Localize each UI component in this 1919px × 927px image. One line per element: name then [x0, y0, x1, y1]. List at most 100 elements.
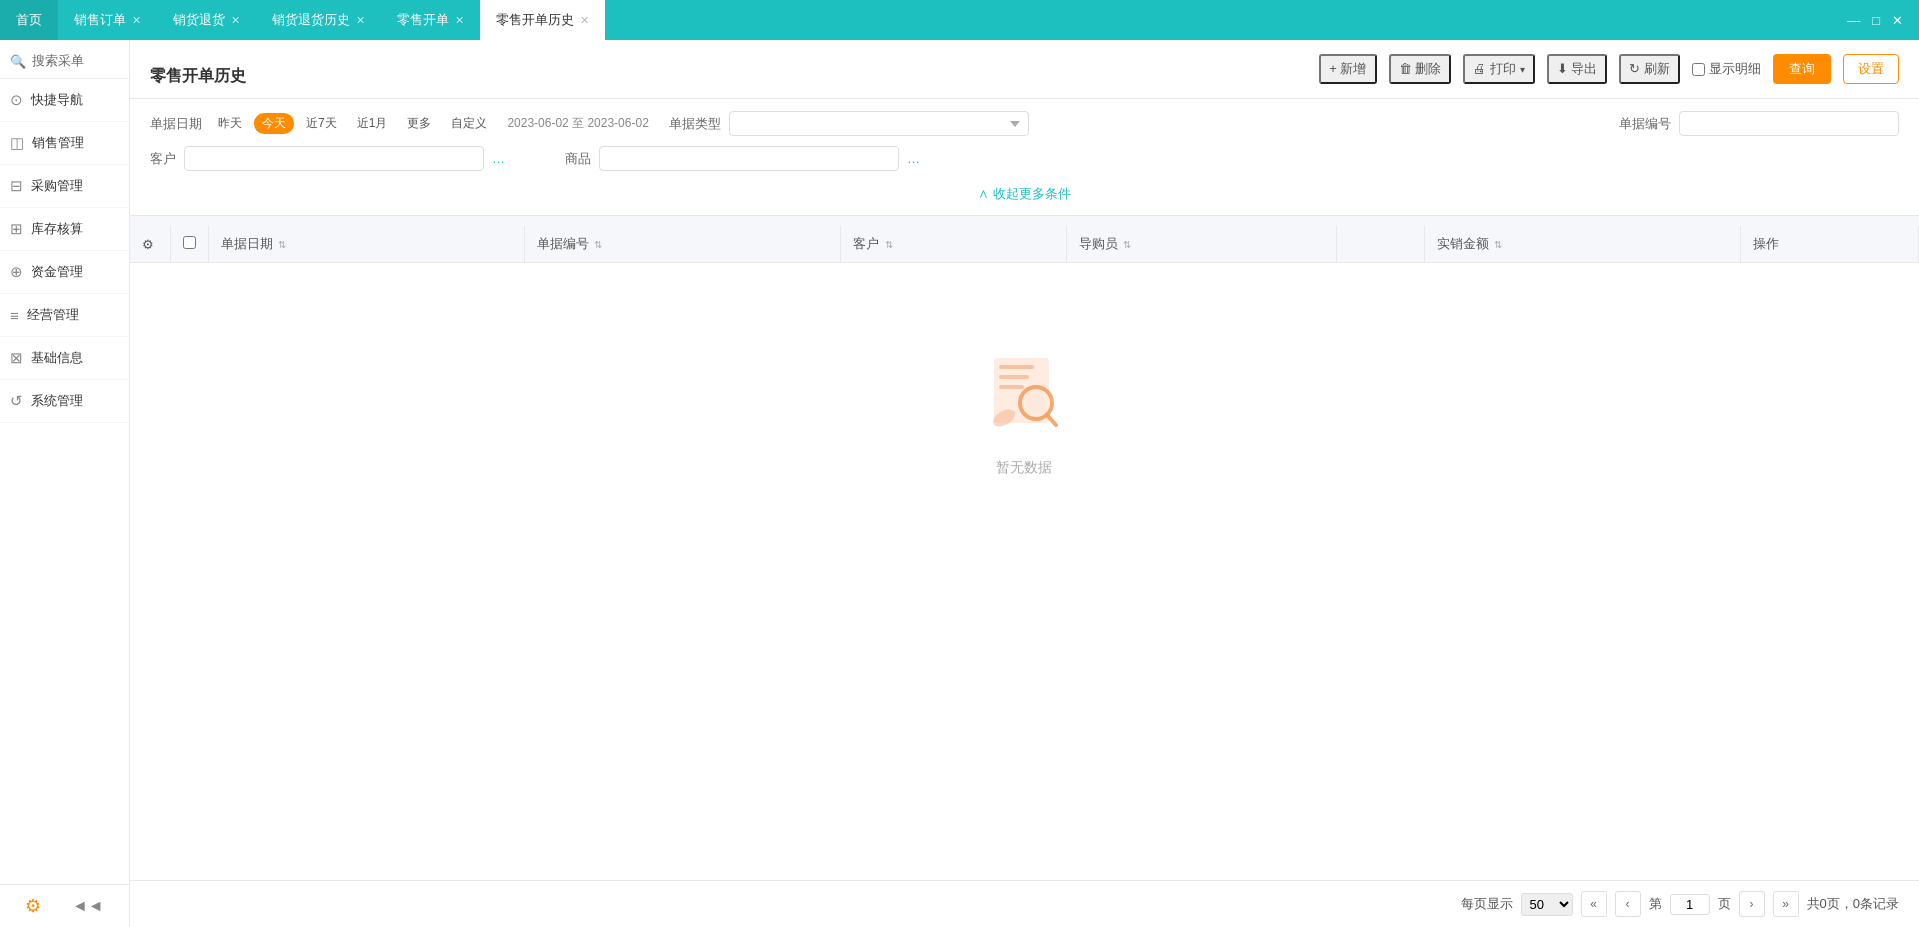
- sidebar-search-label: 搜索采单: [32, 52, 84, 70]
- quick-nav-icon: ⊙: [10, 91, 23, 109]
- print-button[interactable]: 🖨 打印 ▾: [1463, 54, 1535, 84]
- total-text: 共0页，0条记录: [1807, 895, 1899, 913]
- tab-sales-return[interactable]: 销货退货 ✕: [157, 0, 256, 40]
- svg-point-5: [1026, 393, 1046, 413]
- prev-page-btn[interactable]: ‹: [1615, 891, 1641, 917]
- next-page-icon: ›: [1750, 897, 1754, 911]
- pagination-bar: 每页显示 50 10 20 100 « ‹ 第 页 › » 共0页，0条记录: [130, 880, 1919, 927]
- sidebar-item-quick-nav[interactable]: ⊙ 快捷导航: [0, 79, 129, 122]
- filter-product-input[interactable]: [599, 146, 899, 171]
- query-button[interactable]: 查询: [1773, 54, 1831, 84]
- display-checkbox[interactable]: [1692, 63, 1705, 76]
- last-page-icon: »: [1782, 897, 1789, 911]
- col-amount[interactable]: 实销金额 ⇅: [1424, 226, 1740, 263]
- col-salesperson-sort: ⇅: [1123, 239, 1131, 250]
- filter-customer-input[interactable]: [184, 146, 484, 171]
- col-number-sort: ⇅: [594, 239, 602, 250]
- tab-retail-open-history-close[interactable]: ✕: [580, 14, 589, 27]
- page-label: 页: [1718, 895, 1731, 913]
- filter-doc-type-label: 单据类型: [669, 115, 721, 133]
- page-label-pre: 第: [1649, 895, 1662, 913]
- svg-rect-1: [999, 365, 1034, 369]
- filter-doc-type-select[interactable]: [729, 111, 1029, 136]
- page-header: 零售开单历史 + 新增 🗑 删除 🖨 打印 ▾ ⬇ 导出 ↻ 刷新: [130, 40, 1919, 99]
- first-page-btn[interactable]: «: [1581, 891, 1607, 917]
- filter-doc-type-item: 单据类型: [669, 111, 1599, 136]
- export-button[interactable]: ⬇ 导出: [1547, 54, 1608, 84]
- col-salesperson[interactable]: 导购员 ⇅: [1066, 226, 1337, 263]
- col-spacer: [1337, 226, 1424, 263]
- col-date[interactable]: 单据日期 ⇅: [208, 226, 524, 263]
- sidebar-item-sales-mgmt-label: 销售管理: [32, 134, 84, 152]
- filter-date-range: 2023-06-02 至 2023-06-02: [507, 115, 648, 132]
- next-page-btn[interactable]: ›: [1739, 891, 1765, 917]
- nav-tabs: 首页 销售订单 ✕ 销货退货 ✕ 销货退货历史 ✕ 零售开单 ✕ 零售开单历史 …: [0, 0, 1847, 40]
- sidebar-search[interactable]: 🔍 搜索采单: [0, 40, 129, 79]
- sales-mgmt-icon: ◫: [10, 134, 24, 152]
- current-page-input[interactable]: [1670, 894, 1710, 915]
- close-btn[interactable]: ✕: [1892, 13, 1903, 28]
- add-button[interactable]: + 新增: [1319, 54, 1376, 84]
- page-title: 零售开单历史: [150, 66, 246, 87]
- delete-button[interactable]: 🗑 删除: [1389, 54, 1452, 84]
- print-button-label: 🖨 打印: [1473, 60, 1516, 78]
- filter-date-options: 昨天 今天 近7天 近1月 更多 自定义: [210, 113, 495, 134]
- col-customer[interactable]: 客户 ⇅: [841, 226, 1067, 263]
- col-number[interactable]: 单据编号 ⇅: [524, 226, 840, 263]
- tab-sales-return-history-close[interactable]: ✕: [356, 14, 365, 27]
- sidebar-item-basic-info[interactable]: ⊠ 基础信息: [0, 337, 129, 380]
- tab-sales-order[interactable]: 销售订单 ✕: [58, 0, 157, 40]
- select-all-checkbox[interactable]: [183, 236, 196, 249]
- date-option-more[interactable]: 更多: [399, 113, 439, 134]
- empty-state: 暂无数据: [130, 263, 1919, 557]
- refresh-button[interactable]: ↻ 刷新: [1619, 54, 1680, 84]
- filter-doc-number-label: 单据编号: [1619, 115, 1671, 133]
- sidebar-item-operations-label: 经营管理: [27, 306, 79, 324]
- filter-customer-ellipsis[interactable]: …: [492, 151, 505, 166]
- tab-sales-return-label: 销货退货: [173, 11, 225, 29]
- sidebar-item-purchase-mgmt[interactable]: ⊟ 采购管理: [0, 165, 129, 208]
- tab-retail-open-close[interactable]: ✕: [455, 14, 464, 27]
- per-page-label: 每页显示: [1461, 895, 1513, 913]
- date-option-7days[interactable]: 近7天: [298, 113, 345, 134]
- col-date-sort: ⇅: [278, 239, 286, 250]
- settings-button[interactable]: 设置: [1843, 54, 1899, 84]
- tab-retail-open[interactable]: 零售开单 ✕: [381, 0, 480, 40]
- sidebar-item-sys-mgmt[interactable]: ↺ 系统管理: [0, 380, 129, 423]
- filter-product-item: 商品 …: [565, 146, 920, 171]
- date-option-custom[interactable]: 自定义: [443, 113, 495, 134]
- data-table: ⚙ 单据日期 ⇅ 单据编号 ⇅ 客户: [130, 226, 1919, 557]
- filter-date-item: 单据日期 昨天 今天 近7天 近1月 更多 自定义 2023-06-02 至 2…: [150, 113, 649, 134]
- filter-customer-item: 客户 …: [150, 146, 505, 171]
- collapse-bar[interactable]: ∧ 收起更多条件: [150, 181, 1899, 203]
- filter-doc-number-input[interactable]: [1679, 111, 1899, 136]
- svg-rect-2: [999, 375, 1029, 379]
- sidebar-item-sales-mgmt[interactable]: ◫ 销售管理: [0, 122, 129, 165]
- search-icon: 🔍: [10, 54, 26, 69]
- per-page-select[interactable]: 50 10 20 100: [1521, 893, 1573, 916]
- tab-sales-return-history[interactable]: 销货退货历史 ✕: [256, 0, 381, 40]
- sidebar: 🔍 搜索采单 ⊙ 快捷导航 ◫ 销售管理 ⊟ 采购管理 ⊞ 库存核算 ⊕ 资金管…: [0, 40, 130, 927]
- sidebar-item-operations[interactable]: ≡ 经营管理: [0, 294, 129, 337]
- minimize-btn[interactable]: —: [1847, 13, 1860, 28]
- filter-product-ellipsis[interactable]: …: [907, 151, 920, 166]
- filter-date-label: 单据日期: [150, 115, 202, 133]
- col-settings[interactable]: ⚙: [130, 226, 170, 263]
- tab-sales-return-close[interactable]: ✕: [231, 14, 240, 27]
- sidebar-item-inventory[interactable]: ⊞ 库存核算: [0, 208, 129, 251]
- tab-home[interactable]: 首页: [0, 0, 58, 40]
- tab-sales-order-close[interactable]: ✕: [132, 14, 141, 27]
- tab-retail-open-history[interactable]: 零售开单历史 ✕: [480, 0, 605, 40]
- date-option-today[interactable]: 今天: [254, 113, 294, 134]
- last-page-btn[interactable]: »: [1773, 891, 1799, 917]
- collapse-label: ∧ 收起更多条件: [978, 185, 1071, 203]
- add-button-label: + 新增: [1329, 60, 1366, 78]
- date-option-yesterday[interactable]: 昨天: [210, 113, 250, 134]
- sidebar-item-inventory-label: 库存核算: [31, 220, 83, 238]
- main-layout: 🔍 搜索采单 ⊙ 快捷导航 ◫ 销售管理 ⊟ 采购管理 ⊞ 库存核算 ⊕ 资金管…: [0, 40, 1919, 927]
- sidebar-collapse-icon[interactable]: ◄◄: [72, 897, 104, 915]
- date-option-1month[interactable]: 近1月: [349, 113, 396, 134]
- sidebar-item-finance[interactable]: ⊕ 资金管理: [0, 251, 129, 294]
- maximize-btn[interactable]: □: [1872, 13, 1880, 28]
- sidebar-settings-icon[interactable]: ⚙: [25, 895, 41, 917]
